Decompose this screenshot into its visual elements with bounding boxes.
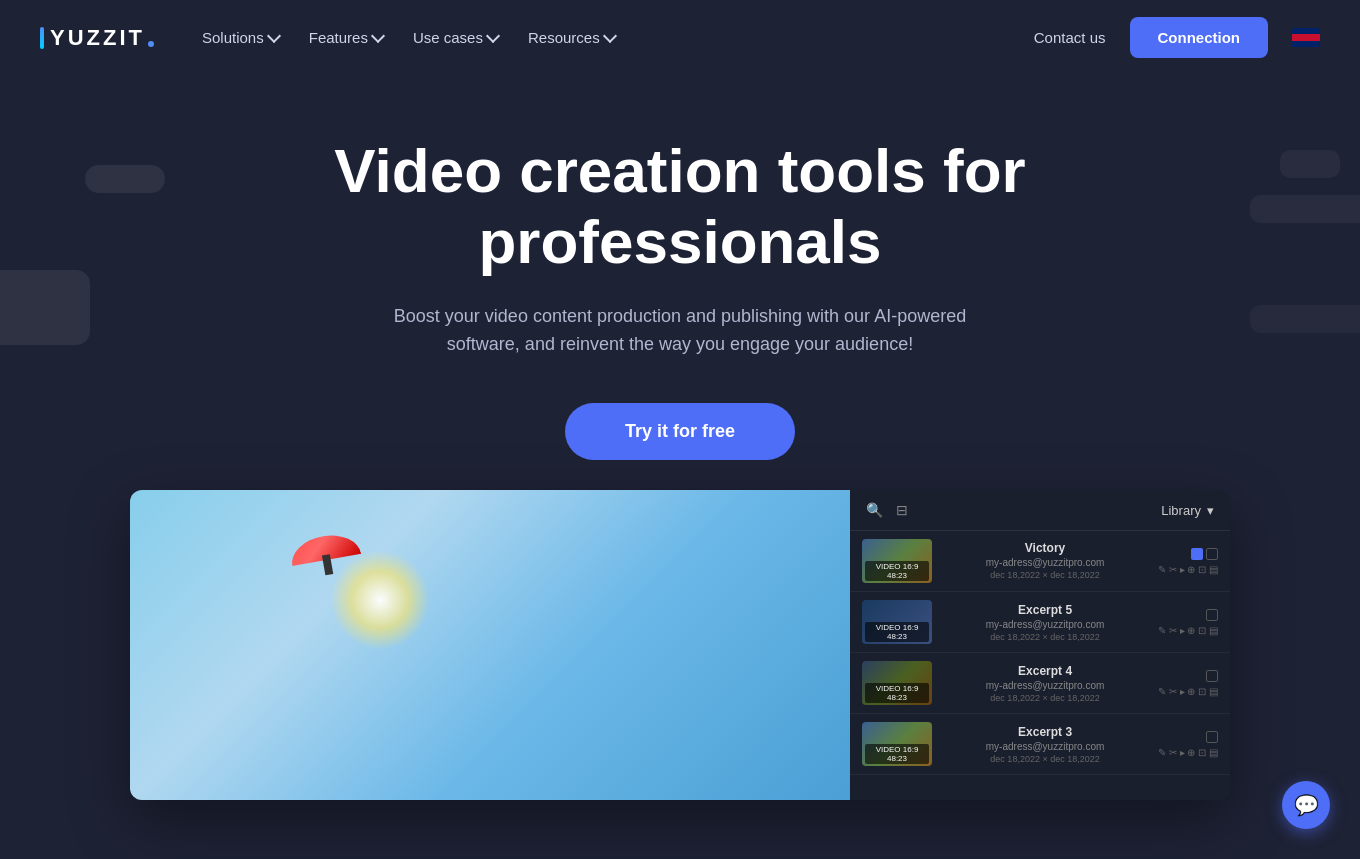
video-item-victory[interactable]: VIDEO 16:9 48:23 Victory my-adress@yuzzi…	[850, 531, 1230, 592]
video-email: my-adress@yuzzitpro.com	[942, 557, 1148, 568]
contact-link[interactable]: Contact us	[1034, 29, 1106, 46]
checkbox-icon	[1206, 670, 1218, 682]
nav-right: Contact us Connection	[1034, 17, 1320, 58]
video-info: Excerpt 5 my-adress@yuzzitpro.com dec 18…	[942, 603, 1148, 642]
checkbox-icon	[1206, 609, 1218, 621]
search-icon[interactable]: 🔍	[866, 502, 882, 518]
app-screenshot: 🔍 ⊟ Library ▾ VIDEO 16:9 48:23 Victory	[130, 490, 1230, 800]
video-item-excerpt5[interactable]: VIDEO 16:9 48:23 Excerpt 5 my-adress@yuz…	[850, 592, 1230, 653]
flag-red	[1292, 34, 1320, 41]
try-it-free-button[interactable]: Try it for free	[565, 403, 795, 460]
video-action-icons: ✎ ✂ ▸ ⊕ ⊡ ▤	[1158, 747, 1218, 758]
nav-resources[interactable]: Resources	[516, 21, 627, 54]
panel-header: 🔍 ⊟ Library ▾	[850, 490, 1230, 531]
video-item-excerpt4[interactable]: VIDEO 16:9 48:23 Excerpt 4 my-adress@yuz…	[850, 653, 1230, 714]
deco-shape-2	[0, 270, 90, 345]
deco-shape-1	[85, 165, 165, 193]
hero-subtext: Boost your video content production and …	[380, 302, 980, 360]
video-badge: VIDEO 16:9 48:23	[865, 622, 929, 642]
logo-bar-icon	[40, 27, 44, 49]
chevron-down-icon: ▾	[1207, 503, 1214, 518]
video-email: my-adress@yuzzitpro.com	[942, 680, 1148, 691]
navbar: YUZZIT Solutions Features Use cases Reso…	[0, 0, 1360, 75]
video-info: Excerpt 3 my-adress@yuzzitpro.com dec 18…	[942, 725, 1148, 764]
video-thumbnail: VIDEO 16:9 48:23	[862, 600, 932, 644]
deco-shape-3	[1280, 150, 1340, 178]
video-date: dec 18,2022 × dec 18,2022	[942, 632, 1148, 642]
video-date: dec 18,2022 × dec 18,2022	[942, 693, 1148, 703]
video-date: dec 18,2022 × dec 18,2022	[942, 570, 1148, 580]
hero-section: Video creation tools for professionals B…	[0, 75, 1360, 859]
chevron-down-icon	[603, 29, 617, 43]
checkbox-icon	[1206, 548, 1218, 560]
video-action-icons: ✎ ✂ ▸ ⊕ ⊡ ▤	[1158, 686, 1218, 697]
nav-use-cases[interactable]: Use cases	[401, 21, 510, 54]
chevron-down-icon	[267, 29, 281, 43]
library-panel: 🔍 ⊟ Library ▾ VIDEO 16:9 48:23 Victory	[850, 490, 1230, 800]
checkbox-icon	[1206, 731, 1218, 743]
chevron-down-icon	[486, 29, 500, 43]
video-title: Excerpt 5	[942, 603, 1148, 617]
paraglider-graphic	[285, 515, 364, 586]
status-icon-blue	[1191, 548, 1203, 560]
screenshot-video	[130, 490, 850, 800]
video-date: dec 18,2022 × dec 18,2022	[942, 754, 1148, 764]
video-action-icons: ✎ ✂ ▸ ⊕ ⊡ ▤	[1158, 625, 1218, 636]
video-badge: VIDEO 16:9 48:23	[865, 744, 929, 764]
chevron-down-icon	[371, 29, 385, 43]
video-action-icons: ✎ ✂ ▸ ⊕ ⊡ ▤	[1158, 564, 1218, 575]
video-thumbnail: VIDEO 16:9 48:23	[862, 722, 932, 766]
flag-blue	[1292, 28, 1320, 35]
video-badge: VIDEO 16:9 48:23	[865, 561, 929, 581]
logo-dot-icon	[148, 41, 154, 47]
video-title: Excerpt 4	[942, 664, 1148, 678]
chat-bubble-button[interactable]: 💬	[1282, 781, 1330, 829]
logo[interactable]: YUZZIT	[40, 25, 154, 51]
logo-text: YUZZIT	[50, 25, 145, 51]
video-info: Victory my-adress@yuzzitpro.com dec 18,2…	[942, 541, 1148, 582]
video-badge: VIDEO 16:9 48:23	[865, 683, 929, 703]
connection-button[interactable]: Connection	[1130, 17, 1269, 58]
video-email: my-adress@yuzzitpro.com	[942, 619, 1148, 630]
library-label: Library ▾	[1161, 503, 1214, 518]
nav-features[interactable]: Features	[297, 21, 395, 54]
video-email: my-adress@yuzzitpro.com	[942, 741, 1148, 752]
video-title: Victory	[942, 541, 1148, 555]
flag-blue2	[1292, 41, 1320, 48]
deco-shape-5	[1250, 305, 1360, 333]
video-info: Excerpt 4 my-adress@yuzzitpro.com dec 18…	[942, 664, 1148, 703]
language-flag[interactable]	[1292, 28, 1320, 48]
video-item-excerpt3[interactable]: VIDEO 16:9 48:23 Excerpt 3 my-adress@yuz…	[850, 714, 1230, 775]
deco-shape-4	[1250, 195, 1360, 223]
video-thumbnail: VIDEO 16:9 48:23	[862, 661, 932, 705]
filter-icon[interactable]: ⊟	[894, 502, 910, 518]
hero-heading: Video creation tools for professionals	[330, 135, 1030, 278]
nav-left: YUZZIT Solutions Features Use cases Reso…	[40, 21, 627, 54]
video-title: Excerpt 3	[942, 725, 1148, 739]
video-status-icons: Victory my-adress@yuzzitpro.com dec 18,2…	[942, 541, 1148, 580]
chat-icon: 💬	[1294, 793, 1319, 817]
nav-menu: Solutions Features Use cases Resources	[190, 21, 627, 54]
nav-solutions[interactable]: Solutions	[190, 21, 291, 54]
video-thumbnail: VIDEO 16:9 48:23	[862, 539, 932, 583]
panel-icons: 🔍 ⊟	[866, 502, 910, 518]
